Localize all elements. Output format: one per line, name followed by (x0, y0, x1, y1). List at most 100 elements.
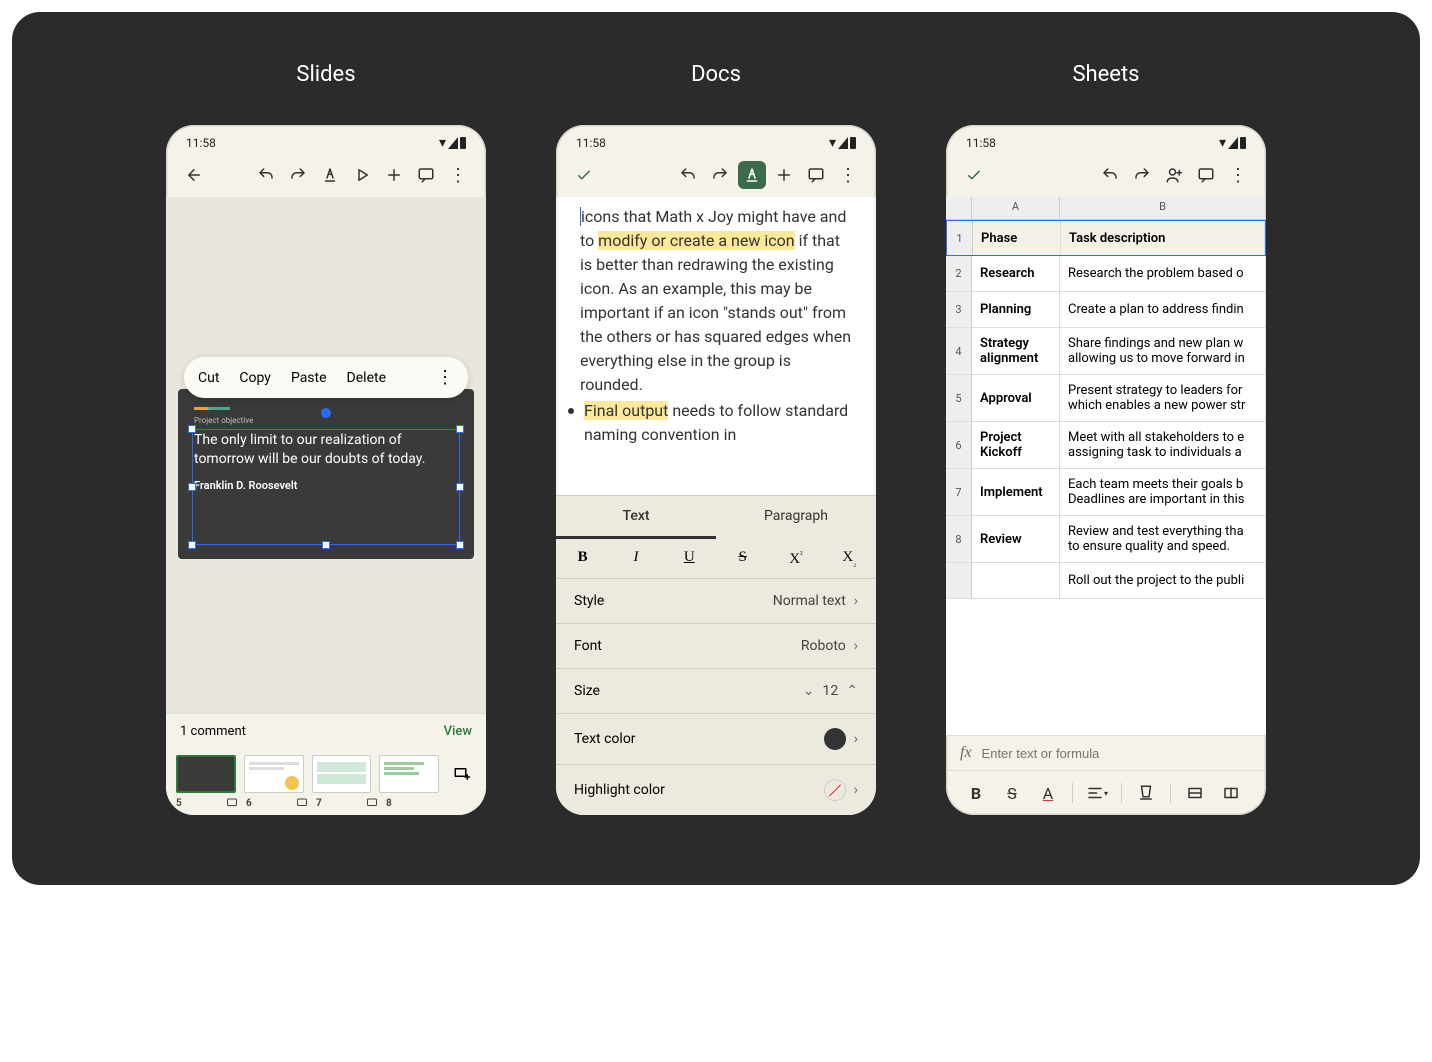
header-cell-phase[interactable]: Phase (973, 221, 1061, 255)
undo-button[interactable] (674, 161, 702, 189)
more-button[interactable] (834, 161, 862, 189)
handle-s[interactable] (322, 541, 330, 549)
cell-phase[interactable]: Review (972, 516, 1060, 562)
handle-se[interactable] (456, 541, 464, 549)
more-button[interactable] (1224, 161, 1252, 189)
italic-button[interactable]: I (609, 539, 662, 578)
strike-button[interactable]: S (996, 779, 1028, 807)
row-num[interactable]: 6 (946, 422, 972, 468)
cell-desc[interactable]: Each team meets their goals b Deadlines … (1060, 469, 1266, 515)
cell-desc[interactable]: Roll out the project to the publi (1060, 563, 1266, 598)
cell-phase[interactable]: Strategy alignment (972, 328, 1060, 374)
font-row[interactable]: Font Roboto› (556, 624, 876, 669)
slides-canvas[interactable]: Cut Copy Paste Delete Project objective (166, 197, 486, 713)
back-button[interactable] (180, 161, 208, 189)
underline-button[interactable]: U (663, 539, 716, 578)
redo-button[interactable] (706, 161, 734, 189)
text-color-row[interactable]: Text color › (556, 714, 876, 765)
cell-desc[interactable]: Review and test everything tha to ensure… (1060, 516, 1266, 562)
cell-phase[interactable]: Approval (972, 375, 1060, 421)
handle-e[interactable] (456, 483, 464, 491)
thumb-7[interactable] (312, 755, 372, 793)
thumb-6[interactable] (244, 755, 304, 793)
cell-desc[interactable]: Research the problem based o (1060, 256, 1266, 291)
row-num[interactable]: 8 (946, 516, 972, 562)
done-button[interactable] (570, 161, 598, 189)
row-num[interactable]: 2 (946, 256, 972, 291)
table-row[interactable]: 8ReviewReview and test everything tha to… (946, 516, 1266, 563)
comment-button[interactable] (1192, 161, 1220, 189)
thumb-5[interactable] (176, 755, 236, 793)
col-header-a[interactable]: A (972, 197, 1060, 219)
fill-color-button[interactable] (1130, 779, 1162, 807)
header-cell-desc[interactable]: Task description (1061, 221, 1265, 255)
handle-w[interactable] (188, 483, 196, 491)
redo-button[interactable] (1128, 161, 1156, 189)
rotate-handle[interactable] (321, 408, 331, 418)
handle-sw[interactable] (188, 541, 196, 549)
row-num[interactable]: 4 (946, 328, 972, 374)
row-num[interactable]: 7 (946, 469, 972, 515)
cell-desc[interactable]: Share findings and new plan w allowing u… (1060, 328, 1266, 374)
spreadsheet-grid[interactable]: A B 1 Phase Task description 2ResearchRe… (946, 197, 1266, 735)
add-button[interactable] (380, 161, 408, 189)
undo-button[interactable] (1096, 161, 1124, 189)
align-button[interactable]: ▾ (1081, 779, 1113, 807)
cell-desc[interactable]: Present strategy to leaders for which en… (1060, 375, 1266, 421)
tab-text[interactable]: Text (556, 496, 716, 539)
size-decrease-button[interactable]: ⌄ (803, 683, 815, 699)
cell-desc[interactable]: Meet with all stakeholders to e assignin… (1060, 422, 1266, 468)
bold-button[interactable]: B (556, 539, 609, 578)
cell-phase[interactable]: Research (972, 256, 1060, 291)
selection-box[interactable] (192, 429, 460, 545)
style-row[interactable]: Style Normal text› (556, 579, 876, 624)
formula-input[interactable] (982, 746, 1252, 761)
bold-button[interactable]: B (960, 779, 992, 807)
table-row[interactable]: 7ImplementEach team meets their goals b … (946, 469, 1266, 516)
comment-button[interactable] (412, 161, 440, 189)
strike-button[interactable]: S (716, 539, 769, 578)
text-color-button[interactable] (316, 161, 344, 189)
cell-phase[interactable]: Planning (972, 292, 1060, 327)
row-num[interactable]: 5 (946, 375, 972, 421)
document-body[interactable]: icons that Math x Joy might have and to … (556, 197, 876, 495)
table-row[interactable]: 5ApprovalPresent strategy to leaders for… (946, 375, 1266, 422)
superscript-button[interactable]: X² (769, 539, 822, 578)
handle-ne[interactable] (456, 425, 464, 433)
cell-format-button[interactable] (1179, 779, 1211, 807)
undo-button[interactable] (252, 161, 280, 189)
row-num[interactable] (946, 563, 972, 598)
subscript-button[interactable]: X₂ (823, 539, 876, 578)
more-button[interactable] (444, 161, 472, 189)
ctx-delete[interactable]: Delete (347, 370, 386, 386)
text-color-button[interactable]: A (1032, 779, 1064, 807)
highlight-color-row[interactable]: Highlight color › (556, 765, 876, 815)
add-slide-button[interactable] (447, 759, 476, 789)
table-header-row[interactable]: 1 Phase Task description (946, 220, 1266, 256)
view-link[interactable]: View (444, 724, 472, 739)
handle-nw[interactable] (188, 425, 196, 433)
row-num-1[interactable]: 1 (947, 221, 973, 255)
formula-bar[interactable]: fx (946, 735, 1266, 770)
comment-count[interactable]: 1 comment (180, 724, 246, 739)
cell-phase[interactable]: Project Kickoff (972, 422, 1060, 468)
slide-preview[interactable]: Project objective The only limit to our … (178, 389, 474, 559)
table-row[interactable]: 4Strategy alignmentShare findings and ne… (946, 328, 1266, 375)
done-button[interactable] (960, 161, 988, 189)
tab-paragraph[interactable]: Paragraph (716, 496, 876, 539)
table-row[interactable]: 6Project KickoffMeet with all stakeholde… (946, 422, 1266, 469)
col-header-b[interactable]: B (1060, 197, 1266, 219)
cell-desc[interactable]: Create a plan to address findin (1060, 292, 1266, 327)
ctx-paste[interactable]: Paste (291, 370, 327, 386)
table-row[interactable]: 2ResearchResearch the problem based o (946, 256, 1266, 292)
thumb-8[interactable] (379, 755, 439, 793)
text-format-button[interactable] (738, 161, 766, 189)
share-button[interactable] (1160, 161, 1188, 189)
table-row[interactable]: Roll out the project to the publi (946, 563, 1266, 599)
comment-button[interactable] (802, 161, 830, 189)
cell-phase[interactable] (972, 563, 1060, 598)
merge-button[interactable] (1215, 779, 1247, 807)
present-button[interactable] (348, 161, 376, 189)
cell-phase[interactable]: Implement (972, 469, 1060, 515)
size-increase-button[interactable]: ⌃ (846, 683, 858, 699)
